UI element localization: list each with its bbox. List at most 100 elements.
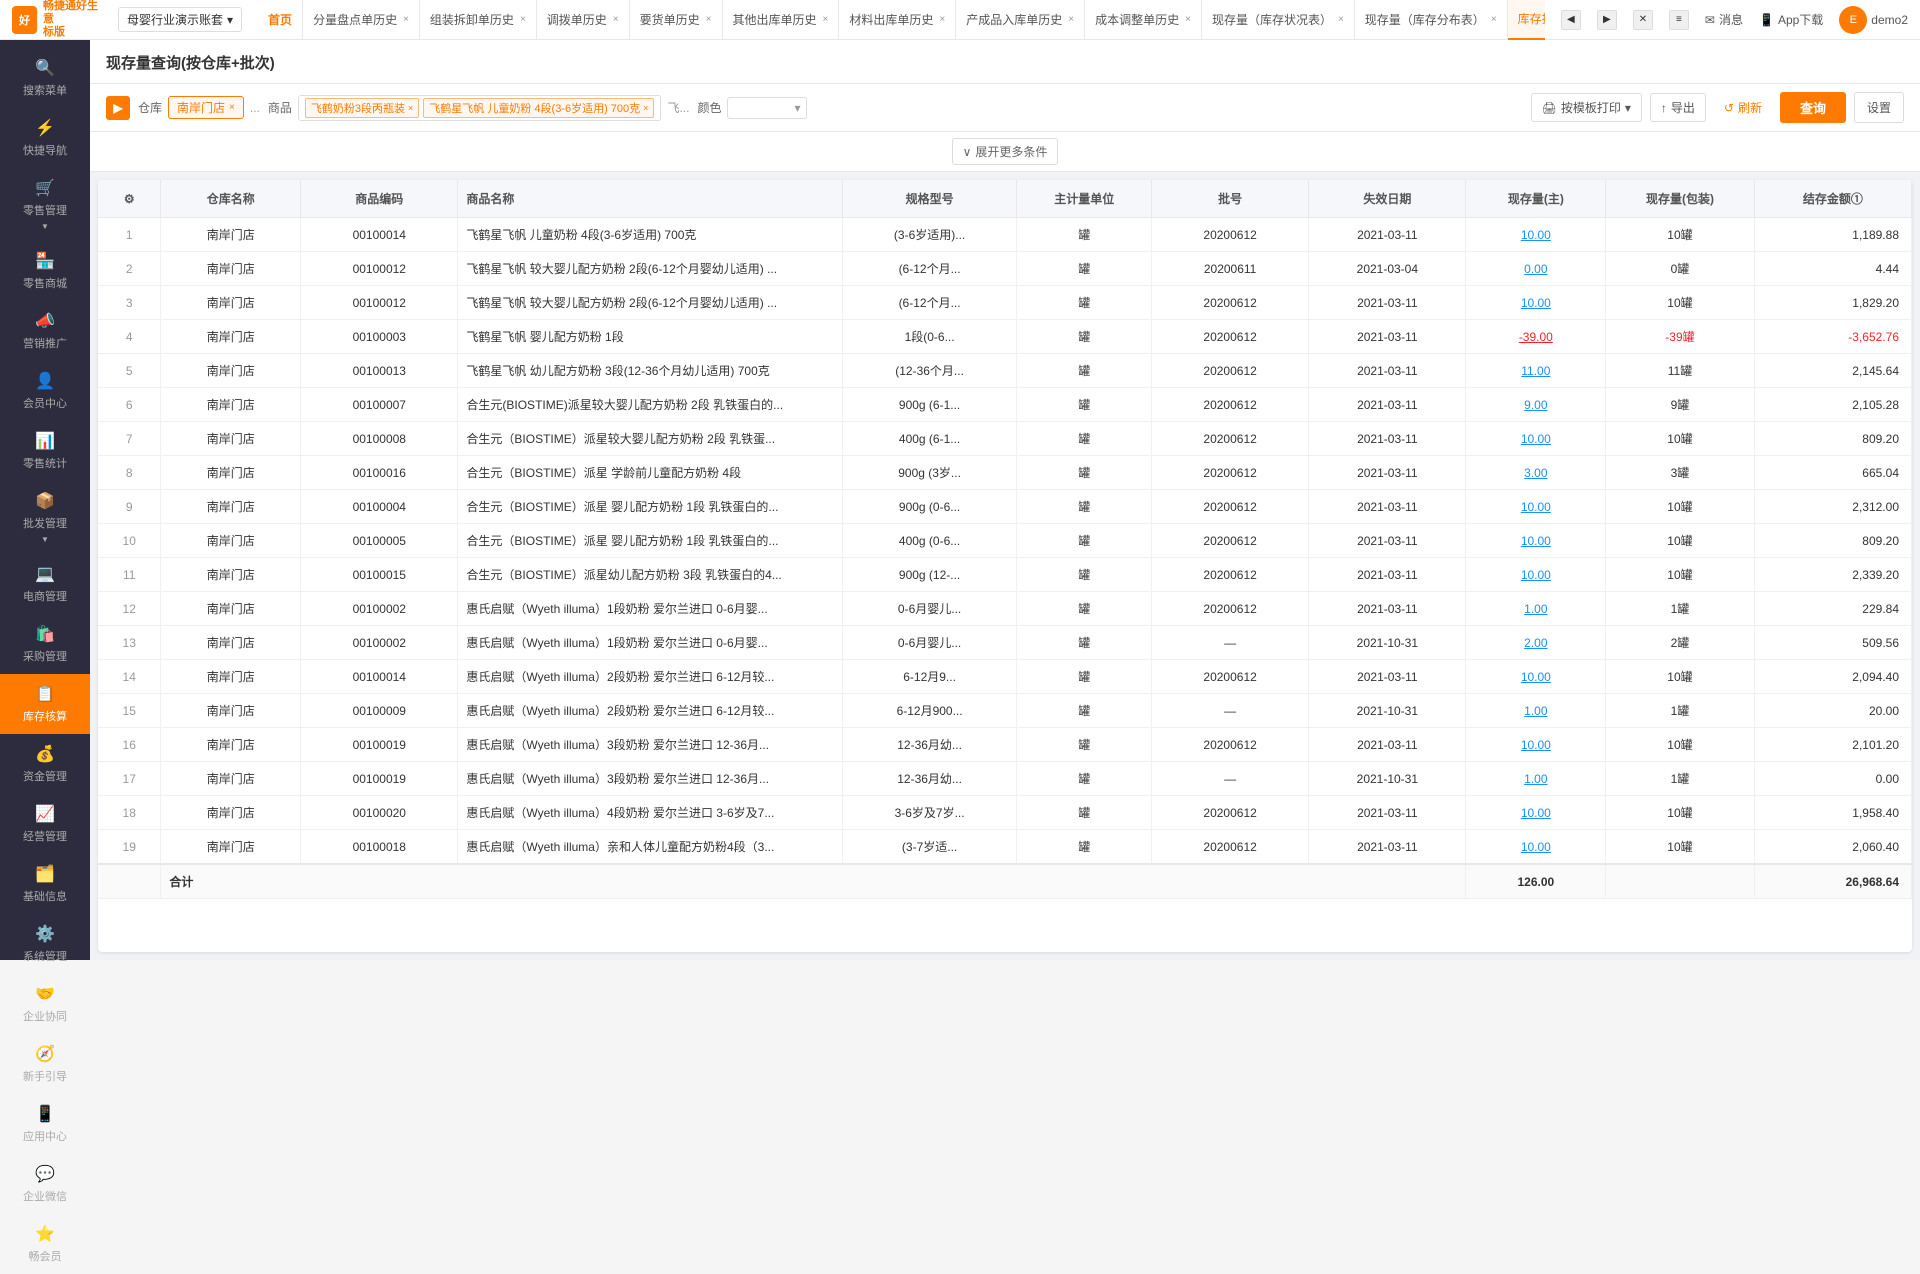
row-qty[interactable]: 1.00: [1466, 762, 1606, 796]
sidebar-item-guide[interactable]: 🧭新手引导: [0, 1034, 90, 1094]
row-qty[interactable]: 10.00: [1466, 728, 1606, 762]
tab-menu-btn[interactable]: ≡: [1669, 10, 1689, 30]
tab-close-fen[interactable]: ×: [403, 14, 409, 25]
footer-qty-pkg: [1606, 864, 1755, 899]
top-tab-xianquan[interactable]: 现存量（库存状况表）×: [1202, 0, 1355, 40]
product-tag-close-1[interactable]: ×: [643, 103, 648, 113]
warehouse-tag-close[interactable]: ×: [229, 102, 235, 113]
row-warehouse: 南岸门店: [161, 490, 301, 524]
refresh-button[interactable]: ↺ 刷新: [1714, 94, 1772, 121]
top-bar: 好 畅捷通好生意 标版 母婴行业演示账套 ▾ 首页分量盘点单历史×组装拆卸单历史…: [0, 0, 1920, 40]
account-dropdown[interactable]: 母婴行业演示账套 ▾: [118, 7, 242, 32]
tab-close-zu[interactable]: ×: [520, 14, 526, 25]
color-dropdown[interactable]: ▾: [727, 97, 807, 119]
tab-close-tiao[interactable]: ×: [613, 14, 619, 25]
product-filter-more[interactable]: 飞...: [667, 99, 689, 116]
sidebar-item-basic[interactable]: 🗂️基础信息: [0, 854, 90, 914]
row-qty[interactable]: 10.00: [1466, 660, 1606, 694]
product-filter-box[interactable]: 飞鹤奶粉3段丙瓶装×飞鹤星飞帆 儿童奶粉 4段(3-6岁适用) 700克×: [298, 95, 662, 121]
row-qty[interactable]: 11.00: [1466, 354, 1606, 388]
row-qty[interactable]: 10.00: [1466, 796, 1606, 830]
row-qty[interactable]: 9.00: [1466, 388, 1606, 422]
top-tab-fen[interactable]: 分量盘点单历史×: [303, 0, 420, 40]
row-no: 11: [98, 558, 161, 592]
row-qty[interactable]: -39.00: [1466, 320, 1606, 354]
product-tag-1[interactable]: 飞鹤星飞帆 儿童奶粉 4段(3-6岁适用) 700克×: [423, 98, 654, 118]
sidebar-item-ecom[interactable]: 💻电商管理: [0, 554, 90, 614]
app-download-link[interactable]: 📱 App下载: [1759, 11, 1823, 28]
row-qty[interactable]: 1.00: [1466, 592, 1606, 626]
vip-icon: ⭐: [35, 1224, 55, 1244]
top-tab-cailiao[interactable]: 材料出库单历史×: [839, 0, 956, 40]
expand-more-button[interactable]: ∨ 展开更多条件: [952, 138, 1059, 165]
sidebar-item-search[interactable]: 🔍搜索菜单: [0, 48, 90, 108]
sidebar-item-finance[interactable]: 💰资金管理: [0, 734, 90, 794]
tab-close-xianquan2[interactable]: ×: [1491, 14, 1497, 25]
row-qty[interactable]: 1.00: [1466, 694, 1606, 728]
filter-expand-button[interactable]: ▶: [106, 96, 130, 120]
row-qty-pkg: 3罐: [1606, 456, 1755, 490]
sidebar-item-corp[interactable]: 🤝企业协同: [0, 974, 90, 1034]
top-tab-chengben[interactable]: 成本调整单历史×: [1085, 0, 1202, 40]
row-qty[interactable]: 10.00: [1466, 558, 1606, 592]
top-tab-qita[interactable]: 其他出库单历史×: [723, 0, 840, 40]
row-qty[interactable]: 10.00: [1466, 286, 1606, 320]
tab-close-chengben[interactable]: ×: [1185, 14, 1191, 25]
sidebar-item-apps[interactable]: 📱应用中心: [0, 1094, 90, 1154]
sidebar-item-retail[interactable]: 🛒零售管理▼: [0, 168, 90, 241]
tab-nav-next[interactable]: ▶: [1597, 10, 1617, 30]
row-qty[interactable]: 10.00: [1466, 218, 1606, 252]
row-no: 14: [98, 660, 161, 694]
sidebar-item-wholesale[interactable]: 📦批发管理▼: [0, 481, 90, 554]
row-unit: 罐: [1017, 218, 1152, 252]
row-qty[interactable]: 10.00: [1466, 422, 1606, 456]
messages-link[interactable]: ✉ 消息: [1705, 11, 1743, 28]
tab-close-chengpin[interactable]: ×: [1068, 14, 1074, 25]
row-qty[interactable]: 10.00: [1466, 524, 1606, 558]
logo-icon: 好: [12, 6, 37, 34]
tab-close-current[interactable]: ✕: [1633, 10, 1653, 30]
sidebar-item-shop[interactable]: 🏪零售商城: [0, 241, 90, 301]
sidebar-item-quicknav[interactable]: ⚡快捷导航: [0, 108, 90, 168]
top-tab-xianquan2[interactable]: 现存量（库存分布表）×: [1355, 0, 1508, 40]
footer-empty: [98, 864, 161, 899]
top-tab-home[interactable]: 首页: [258, 0, 303, 40]
sidebar-item-stats[interactable]: 📊零售统计: [0, 421, 90, 481]
tab-nav-prev[interactable]: ◀: [1561, 10, 1581, 30]
col-settings[interactable]: ⚙: [98, 180, 161, 218]
row-batch: 20200612: [1151, 286, 1308, 320]
top-tab-chengpin[interactable]: 产成品入库单历史×: [956, 0, 1085, 40]
sidebar-item-marketing[interactable]: 📣营销推广: [0, 301, 90, 361]
export-button[interactable]: ↑ 导出: [1650, 93, 1706, 122]
toolbar-right: 🖨 按模板打印 ▾ ↑ 导出 ↺ 刷新 查询 设置: [1531, 92, 1904, 123]
sidebar-item-purchase[interactable]: 🛍️采购管理: [0, 614, 90, 674]
settings-button[interactable]: 设置: [1854, 92, 1904, 123]
sidebar-item-vip[interactable]: ⭐畅会员: [0, 1214, 90, 1274]
product-tag-close-0[interactable]: ×: [408, 103, 413, 113]
top-tab-yao[interactable]: 要货单历史×: [630, 0, 723, 40]
top-tab-pici[interactable]: 库存批次账×: [1508, 0, 1545, 40]
query-button[interactable]: 查询: [1780, 92, 1846, 123]
row-qty[interactable]: 10.00: [1466, 830, 1606, 865]
user-profile[interactable]: E demo2: [1839, 6, 1908, 34]
warehouse-tag[interactable]: 南岸门店 ×: [168, 96, 244, 119]
row-qty[interactable]: 10.00: [1466, 490, 1606, 524]
tab-close-cailiao[interactable]: ×: [939, 14, 945, 25]
warehouse-filter-more[interactable]: ...: [250, 101, 260, 115]
tab-close-yao[interactable]: ×: [706, 14, 712, 25]
sidebar-item-member[interactable]: 👤会员中心: [0, 361, 90, 421]
top-tab-tiao[interactable]: 调拨单历史×: [537, 0, 630, 40]
tab-close-xianquan[interactable]: ×: [1338, 14, 1344, 25]
sidebar-item-system[interactable]: ⚙️系统管理: [0, 914, 90, 974]
product-tag-0[interactable]: 飞鹤奶粉3段丙瓶装×: [305, 98, 419, 118]
sidebar-item-ops[interactable]: 📈经营管理: [0, 794, 90, 854]
sidebar-item-wechat[interactable]: 💬企业微信: [0, 1154, 90, 1214]
row-qty[interactable]: 3.00: [1466, 456, 1606, 490]
table-row: 15 南岸门店 00100009 惠氏启赋（Wyeth illuma）2段奶粉 …: [98, 694, 1912, 728]
row-qty[interactable]: 0.00: [1466, 252, 1606, 286]
top-tab-zu[interactable]: 组装拆卸单历史×: [420, 0, 537, 40]
tab-close-qita[interactable]: ×: [823, 14, 829, 25]
sidebar-item-inventory[interactable]: 📋库存核算: [0, 674, 90, 734]
template-print-button[interactable]: 🖨 按模板打印 ▾: [1531, 93, 1642, 122]
row-qty[interactable]: 2.00: [1466, 626, 1606, 660]
